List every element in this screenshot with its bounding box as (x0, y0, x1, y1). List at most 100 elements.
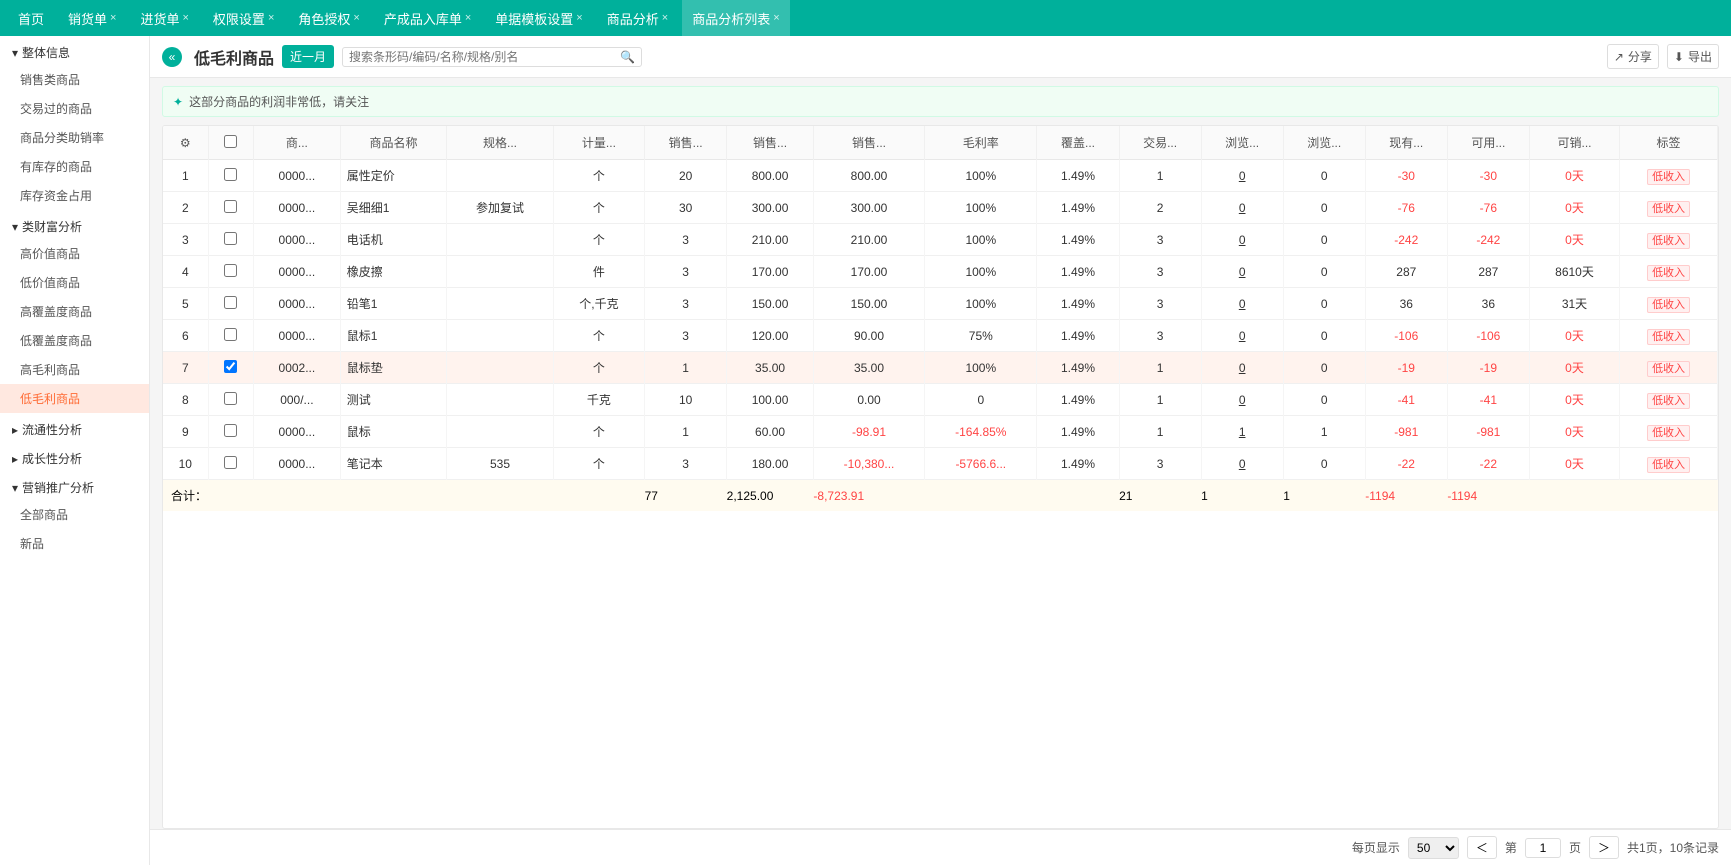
row-checkbox[interactable] (208, 352, 253, 384)
sidebar-item-low-coverage[interactable]: 低覆盖度商品 (0, 326, 149, 355)
row-name[interactable]: 属性定价 (340, 160, 447, 192)
sidebar-item-new-products[interactable]: 新品 (0, 529, 149, 558)
col-settings[interactable]: ⚙ (163, 126, 208, 160)
row-checkbox[interactable] (208, 256, 253, 288)
col-saleable[interactable]: 可销... (1529, 126, 1619, 160)
row-checkbox[interactable] (208, 288, 253, 320)
col-current[interactable]: 现有... (1365, 126, 1447, 160)
row-view1[interactable]: 0 (1201, 160, 1283, 192)
sidebar-item-low-margin[interactable]: 低毛利商品 (0, 384, 149, 413)
nav-close-product-analysis[interactable]: × (662, 12, 668, 24)
row-view1[interactable]: 0 (1201, 192, 1283, 224)
col-name[interactable]: 商品名称 (340, 126, 447, 160)
row-select-checkbox[interactable] (224, 328, 237, 341)
nav-close-permission[interactable]: × (268, 12, 274, 24)
collapse-sidebar-btn[interactable]: « (162, 47, 182, 67)
row-name[interactable]: 鼠标1 (340, 320, 447, 352)
col-coverage[interactable]: 覆盖... (1037, 126, 1119, 160)
row-checkbox[interactable] (208, 384, 253, 416)
col-view1[interactable]: 浏览... (1201, 126, 1283, 160)
sidebar-group-wealth[interactable]: ▾ 类财富分析 (0, 210, 149, 239)
page-input[interactable] (1525, 838, 1561, 858)
nav-item-inbound[interactable]: 产成品入库单 × (374, 0, 481, 36)
nav-item-sales[interactable]: 销货单 × (58, 0, 126, 36)
nav-item-analysis-list[interactable]: 商品分析列表 × (682, 0, 789, 36)
row-checkbox[interactable] (208, 320, 253, 352)
row-select-checkbox[interactable] (224, 456, 237, 469)
col-qty[interactable]: 销售... (645, 126, 727, 160)
row-name[interactable]: 鼠标 (340, 416, 447, 448)
col-available[interactable]: 可用... (1447, 126, 1529, 160)
row-checkbox[interactable] (208, 160, 253, 192)
share-button[interactable]: ↗ 分享 (1607, 44, 1659, 69)
row-checkbox[interactable] (208, 224, 253, 256)
nav-close-analysis-list[interactable]: × (773, 12, 779, 24)
row-name[interactable]: 铅笔1 (340, 288, 447, 320)
row-view1[interactable]: 0 (1201, 448, 1283, 480)
sidebar-item-high-margin[interactable]: 高毛利商品 (0, 355, 149, 384)
col-view2[interactable]: 浏览... (1283, 126, 1365, 160)
row-name[interactable]: 鼠标垫 (340, 352, 447, 384)
row-select-checkbox[interactable] (224, 232, 237, 245)
nav-item-role[interactable]: 角色授权 × (288, 0, 369, 36)
search-input[interactable] (349, 50, 620, 64)
row-view1[interactable]: 0 (1201, 224, 1283, 256)
col-checkbox[interactable] (208, 126, 253, 160)
col-price[interactable]: 销售... (727, 126, 814, 160)
time-filter-button[interactable]: 近一月 (282, 45, 334, 68)
col-code[interactable]: 商... (254, 126, 341, 160)
sidebar-item-traded-products[interactable]: 交易过的商品 (0, 94, 149, 123)
per-page-select[interactable]: 50 100 200 (1408, 837, 1459, 859)
row-view1[interactable]: 1 (1201, 416, 1283, 448)
sidebar-group-overall[interactable]: ▾ 整体信息 (0, 36, 149, 65)
nav-close-sales[interactable]: × (110, 12, 116, 24)
col-tag[interactable]: 标签 (1620, 126, 1718, 160)
row-name[interactable]: 测试 (340, 384, 447, 416)
nav-close-purchase[interactable]: × (182, 12, 188, 24)
nav-item-home[interactable]: 首页 (8, 0, 54, 36)
export-button[interactable]: ⬇ 导出 (1667, 44, 1719, 69)
row-name[interactable]: 笔记本 (340, 448, 447, 480)
row-view1[interactable]: 0 (1201, 352, 1283, 384)
row-select-checkbox[interactable] (224, 200, 237, 213)
row-view1[interactable]: 0 (1201, 320, 1283, 352)
nav-item-product-analysis[interactable]: 商品分析 × (597, 0, 678, 36)
row-select-checkbox[interactable] (224, 264, 237, 277)
nav-close-inbound[interactable]: × (465, 12, 471, 24)
row-select-checkbox[interactable] (224, 424, 237, 437)
sidebar-item-in-stock[interactable]: 有库存的商品 (0, 152, 149, 181)
sidebar-group-circulation[interactable]: ▸ 流通性分析 (0, 413, 149, 442)
sidebar-group-growth[interactable]: ▸ 成长性分析 (0, 442, 149, 471)
row-checkbox[interactable] (208, 416, 253, 448)
row-checkbox[interactable] (208, 192, 253, 224)
row-view1[interactable]: 0 (1201, 384, 1283, 416)
sidebar-item-category-rate[interactable]: 商品分类助销率 (0, 123, 149, 152)
row-name[interactable]: 吴细细1 (340, 192, 447, 224)
nav-item-purchase[interactable]: 进货单 × (130, 0, 198, 36)
sidebar-item-low-value[interactable]: 低价值商品 (0, 268, 149, 297)
sidebar-item-high-value[interactable]: 高价值商品 (0, 239, 149, 268)
sidebar-group-marketing[interactable]: ▾ 营销推广分析 (0, 471, 149, 500)
nav-close-role[interactable]: × (353, 12, 359, 24)
col-margin[interactable]: 毛利率 (925, 126, 1037, 160)
row-select-checkbox[interactable] (224, 168, 237, 181)
search-icon[interactable]: 🔍 (620, 50, 635, 64)
row-view1[interactable]: 0 (1201, 256, 1283, 288)
row-name[interactable]: 电话机 (340, 224, 447, 256)
next-page-btn[interactable]: ＞ (1589, 836, 1619, 859)
sidebar-item-all-products[interactable]: 全部商品 (0, 500, 149, 529)
sidebar-item-stock-fund[interactable]: 库存资金占用 (0, 181, 149, 210)
row-select-checkbox[interactable] (224, 392, 237, 405)
col-unit[interactable]: 计量... (553, 126, 644, 160)
row-select-checkbox[interactable] (224, 296, 237, 309)
prev-page-btn[interactable]: ＜ (1467, 836, 1497, 859)
sidebar-item-sales-products[interactable]: 销售类商品 (0, 65, 149, 94)
row-checkbox[interactable] (208, 448, 253, 480)
col-spec[interactable]: 规格... (447, 126, 554, 160)
row-view1[interactable]: 0 (1201, 288, 1283, 320)
row-select-checkbox[interactable] (224, 360, 237, 373)
nav-item-template[interactable]: 单据模板设置 × (485, 0, 592, 36)
col-trade[interactable]: 交易... (1119, 126, 1201, 160)
row-name[interactable]: 橡皮擦 (340, 256, 447, 288)
sidebar-item-high-coverage[interactable]: 高覆盖度商品 (0, 297, 149, 326)
